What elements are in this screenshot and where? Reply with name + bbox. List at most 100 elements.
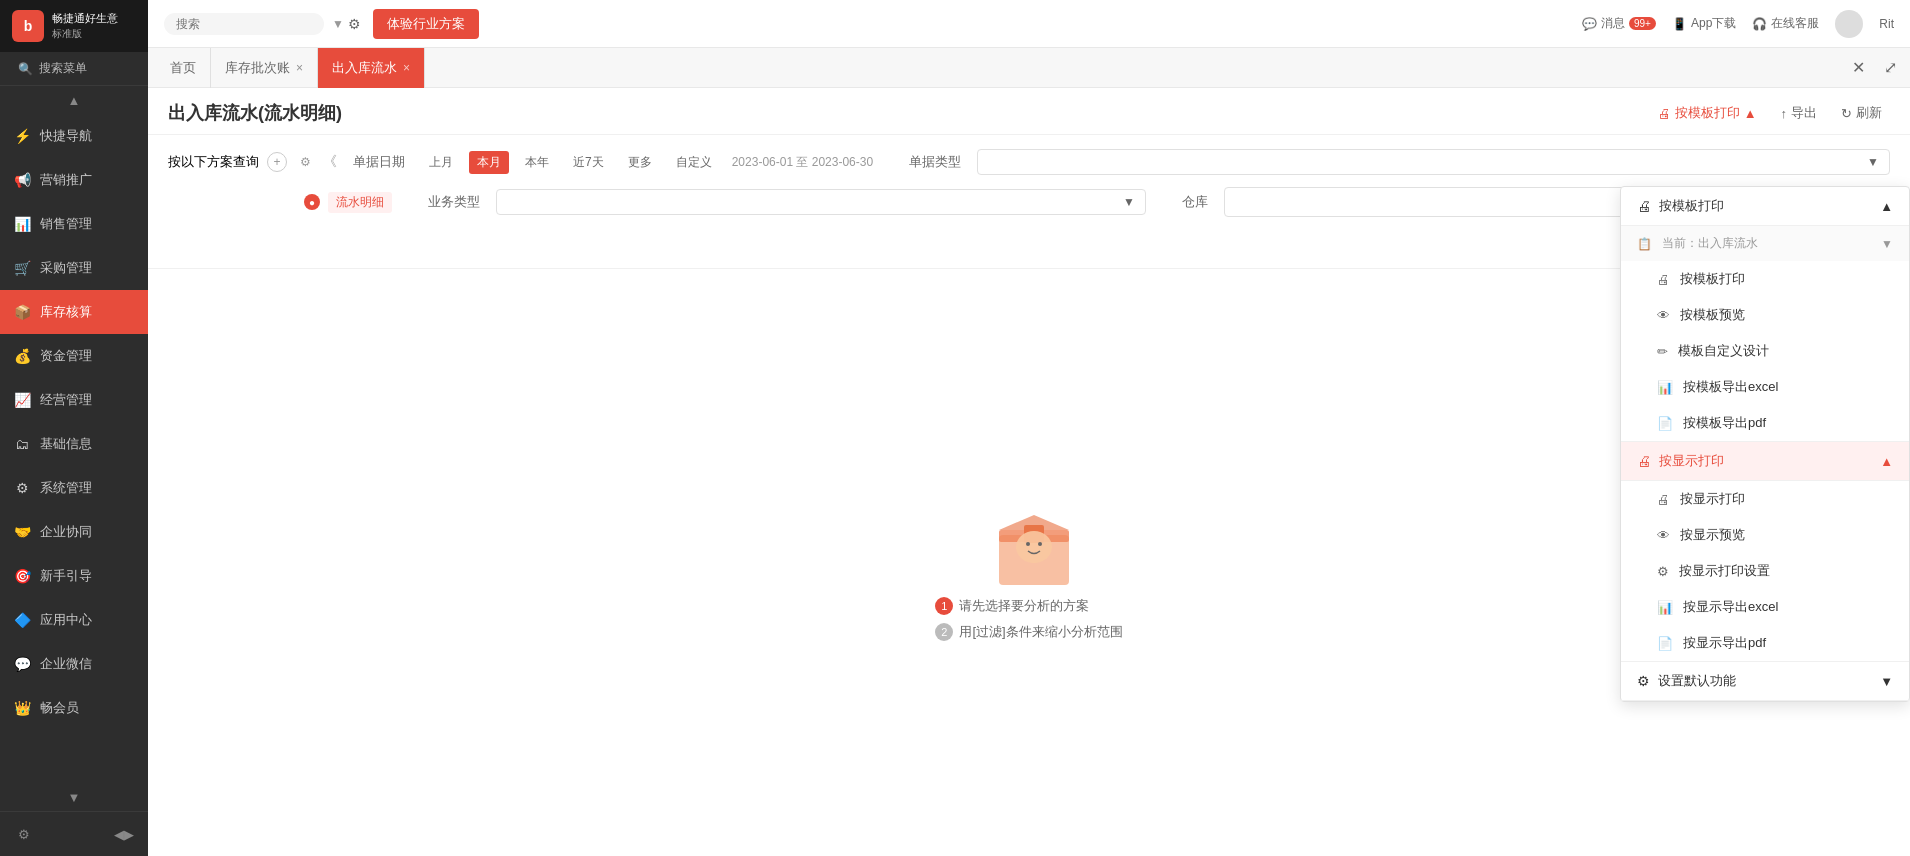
tab-flow-label: 出入库流水 — [332, 59, 397, 77]
flow-tag-icon: ● — [304, 194, 320, 210]
app-download-icon: 📱 — [1672, 17, 1687, 31]
page-title: 出入库流水(流水明细) — [168, 101, 342, 125]
template-custom-label: 模板自定义设计 — [1678, 342, 1769, 360]
date-btn-custom[interactable]: 自定义 — [668, 151, 720, 174]
default-func-icon: ⚙ — [1637, 673, 1650, 689]
sidebar-item-finance[interactable]: 💰 资金管理 — [0, 334, 148, 378]
date-btn-this-month[interactable]: 本月 — [469, 151, 509, 174]
app-name: 畅捷通好生意 — [52, 11, 118, 26]
sidebar-item-marketing[interactable]: 📢 营销推广 — [0, 158, 148, 202]
sidebar-item-collab[interactable]: 🤝 企业协同 — [0, 510, 148, 554]
tab-home-label: 首页 — [170, 59, 196, 77]
app-download-btn[interactable]: 📱 App下载 — [1672, 15, 1736, 32]
dropdown-display-collapse-icon: ▲ — [1880, 454, 1893, 469]
sidebar-scroll-up[interactable]: ▲ — [0, 86, 148, 114]
export-btn[interactable]: ↑ 导出 — [1773, 100, 1826, 126]
sidebar-item-app-center[interactable]: 🔷 应用中心 — [0, 598, 148, 642]
date-btn-this-year[interactable]: 本年 — [517, 151, 557, 174]
topbar-dropdown-icon[interactable]: ▼ — [332, 17, 344, 31]
sidebar-label-app-center: 应用中心 — [40, 611, 92, 629]
sidebar-item-operation[interactable]: 📈 经营管理 — [0, 378, 148, 422]
online-service-icon: 🎧 — [1752, 17, 1767, 31]
dropdown-display-export-pdf[interactable]: 📄 按显示导出pdf — [1621, 625, 1909, 661]
system-icon: ⚙ — [12, 478, 32, 498]
settings-icon[interactable]: ⚙ — [12, 822, 36, 846]
svg-point-3 — [1016, 531, 1052, 563]
print-icon: 🖨 — [1658, 106, 1671, 121]
sidebar-item-basic[interactable]: 🗂 基础信息 — [0, 422, 148, 466]
sidebar-item-inventory[interactable]: 📦 库存核算 — [0, 290, 148, 334]
sidebar-label-inventory: 库存核算 — [40, 303, 92, 321]
date-label: 单据日期 — [353, 153, 405, 171]
dropdown-display-print[interactable]: 🖨 按显示打印 — [1621, 481, 1909, 517]
svg-point-5 — [1038, 542, 1042, 546]
default-func-label: 设置默认功能 — [1658, 672, 1736, 690]
close-window-btn[interactable]: ✕ — [1846, 56, 1870, 80]
message-btn[interactable]: 💬 消息 99+ — [1582, 15, 1656, 32]
bill-type-select[interactable]: ▼ — [977, 149, 1890, 175]
bill-type-dropdown-icon: ▼ — [1867, 155, 1879, 169]
message-label: 消息 — [1601, 15, 1625, 32]
topbar-gear-icon[interactable]: ⚙ — [348, 16, 361, 32]
tab-flow[interactable]: 出入库流水 × — [318, 48, 425, 88]
display-excel-label: 按显示导出excel — [1683, 598, 1778, 616]
sidebar-label-quick-nav: 快捷导航 — [40, 127, 92, 145]
trial-btn[interactable]: 体验行业方案 — [373, 9, 479, 39]
filter-collapse-left-btn[interactable]: 《 — [323, 153, 337, 171]
tab-batch[interactable]: 库存批次账 × — [211, 48, 318, 88]
user-avatar[interactable] — [1835, 10, 1863, 38]
expand-window-btn[interactable]: ⤢ — [1878, 56, 1902, 80]
export-icon: ↑ — [1781, 106, 1788, 121]
refresh-btn[interactable]: ↻ 刷新 — [1833, 100, 1890, 126]
date-btn-last-month[interactable]: 上月 — [421, 151, 461, 174]
dropdown-template-preview[interactable]: 👁 按模板预览 — [1621, 297, 1909, 333]
dropdown-template-export-pdf[interactable]: 📄 按模板导出pdf — [1621, 405, 1909, 441]
business-type-select[interactable]: ▼ — [496, 189, 1146, 215]
tab-flow-close[interactable]: × — [403, 61, 410, 75]
date-btn-more[interactable]: 更多 — [620, 151, 660, 174]
display-print-icon: 🖨 — [1637, 453, 1651, 469]
sidebar-item-sales[interactable]: 📊 销售管理 — [0, 202, 148, 246]
bill-type-label: 单据类型 — [909, 153, 961, 171]
dropdown-template-custom[interactable]: ✏ 模板自定义设计 — [1621, 333, 1909, 369]
quick-nav-icon: ⚡ — [12, 126, 32, 146]
filter-section-label-group: 按以下方案查询 + ⚙ 《 — [168, 152, 337, 172]
dropdown-display-print-settings[interactable]: ⚙ 按显示打印设置 — [1621, 553, 1909, 589]
sidebar-label-collab: 企业协同 — [40, 523, 92, 541]
filter-gear-btn[interactable]: ⚙ — [295, 152, 315, 172]
finance-icon: 💰 — [12, 346, 32, 366]
sidebar-item-purchase[interactable]: 🛒 采购管理 — [0, 246, 148, 290]
tab-batch-close[interactable]: × — [296, 61, 303, 75]
sidebar-scroll-down[interactable]: ▼ — [0, 783, 148, 811]
page-header-actions: 🖨 按模板打印 ▲ ↑ 导出 ↻ 刷新 — [1650, 100, 1890, 126]
sidebar-item-wechat[interactable]: 💬 企业微信 — [0, 642, 148, 686]
dropdown-display-header[interactable]: 🖨 按显示打印 ▲ — [1621, 442, 1909, 481]
sidebar-label-system: 系统管理 — [40, 479, 92, 497]
sidebar-search[interactable]: 🔍 搜索菜单 — [0, 52, 148, 86]
template-print-label: 按模板打印 — [1680, 270, 1745, 288]
sidebar-item-quick-nav[interactable]: ⚡ 快捷导航 — [0, 114, 148, 158]
print-template-btn[interactable]: 🖨 按模板打印 ▲ — [1650, 100, 1765, 126]
dropdown-display-preview[interactable]: 👁 按显示预览 — [1621, 517, 1909, 553]
app-logo: b 畅捷通好生意 标准版 — [0, 0, 148, 52]
dropdown-default-func[interactable]: ⚙ 设置默认功能 ▼ — [1621, 662, 1909, 701]
sidebar-item-beginner[interactable]: 🎯 新手引导 — [0, 554, 148, 598]
filter-add-btn[interactable]: + — [267, 152, 287, 172]
date-btn-7days[interactable]: 近7天 — [565, 151, 612, 174]
topbar-search-input[interactable] — [176, 17, 312, 31]
tab-home[interactable]: 首页 — [156, 48, 211, 88]
member-icon: 👑 — [12, 698, 32, 718]
date-filter: 上月 本月 本年 近7天 更多 自定义 2023-06-01 至 2023-06… — [421, 151, 873, 174]
business-type-dropdown-icon: ▼ — [1123, 195, 1135, 209]
topbar-search-box[interactable] — [164, 13, 324, 35]
marketing-icon: 📢 — [12, 170, 32, 190]
sidebar-item-member[interactable]: 👑 畅会员 — [0, 686, 148, 730]
dropdown-template-export-excel[interactable]: 📊 按模板导出excel — [1621, 369, 1909, 405]
dropdown-template-print[interactable]: 🖨 按模板打印 — [1621, 261, 1909, 297]
flow-detail-tag[interactable]: 流水明细 — [328, 192, 392, 213]
sidebar-item-system[interactable]: ⚙ 系统管理 — [0, 466, 148, 510]
dropdown-display-export-excel[interactable]: 📊 按显示导出excel — [1621, 589, 1909, 625]
online-service-btn[interactable]: 🎧 在线客服 — [1752, 15, 1819, 32]
collapse-sidebar-icon[interactable]: ◀▶ — [112, 822, 136, 846]
dropdown-header[interactable]: 🖨 按模板打印 ▲ — [1621, 187, 1909, 226]
